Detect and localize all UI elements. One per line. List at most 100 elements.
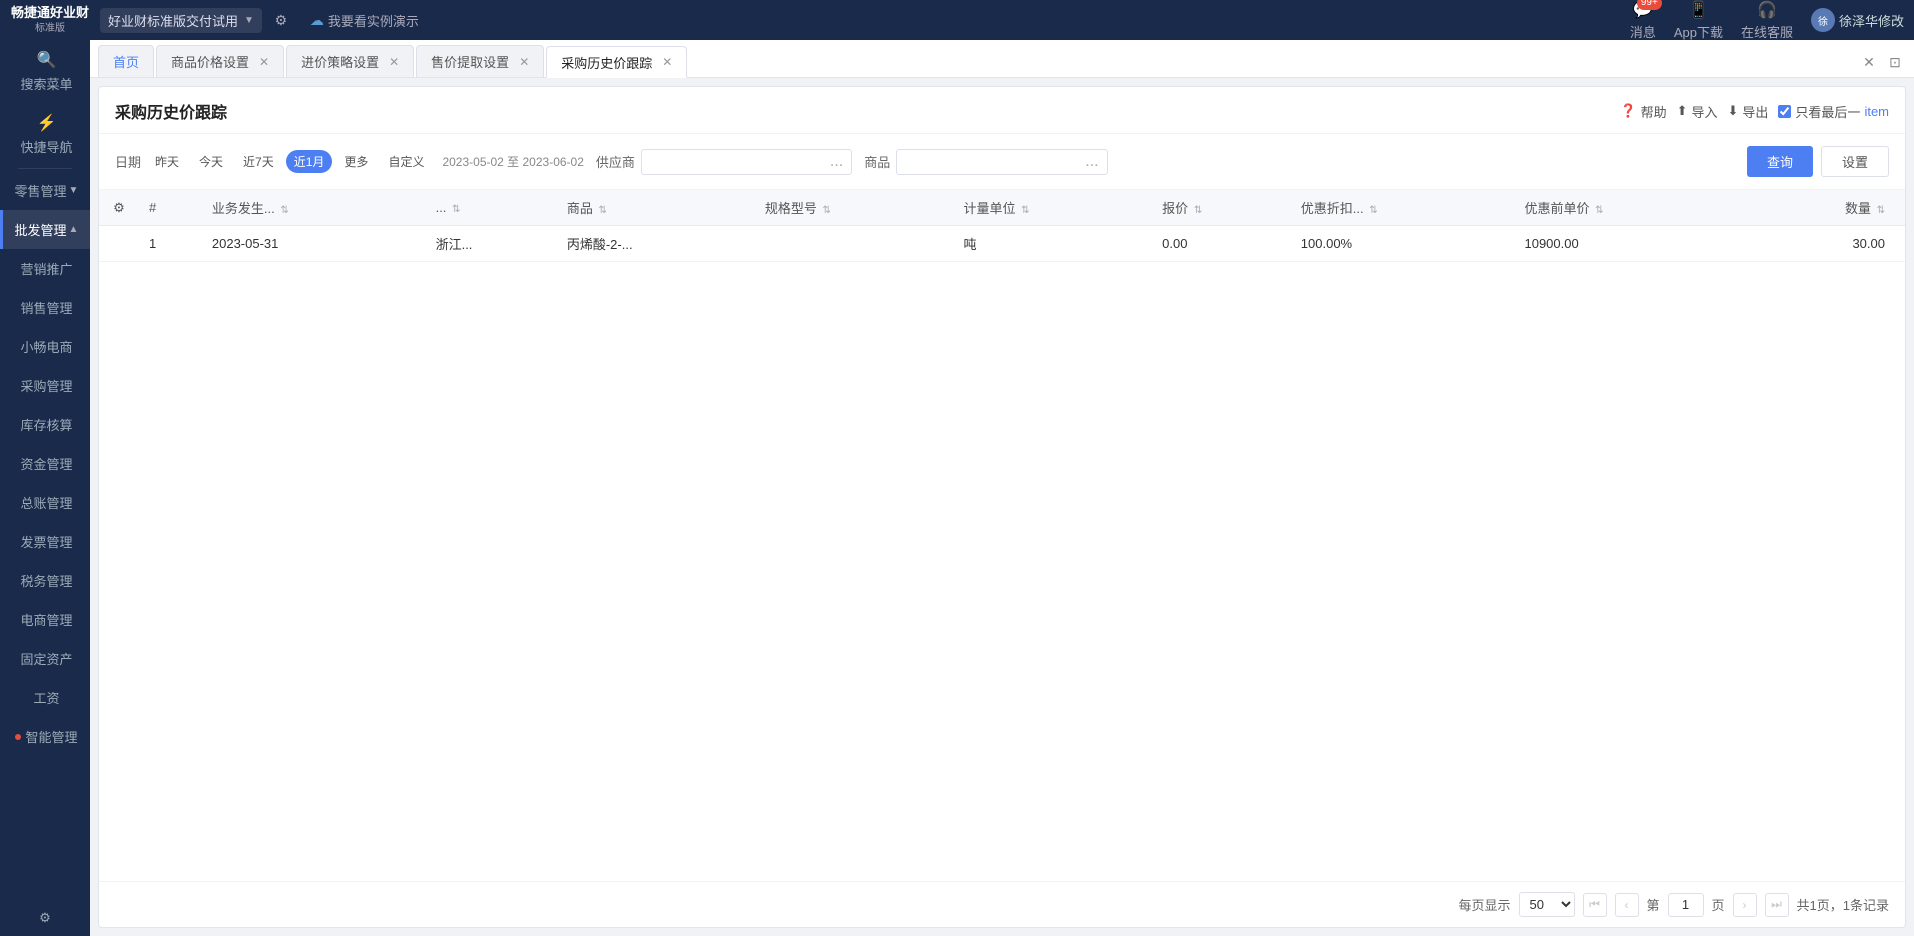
close-window-button[interactable]: ✕	[1858, 51, 1880, 73]
headset-icon: 🎧	[1757, 0, 1777, 20]
sort-icon-quantity: ⇅	[1877, 205, 1885, 216]
table-settings-icon[interactable]: ⚙	[113, 200, 125, 215]
sidebar-item-inventory[interactable]: 库存核算	[0, 405, 90, 444]
tab-home[interactable]: 首页	[98, 45, 154, 77]
tab-purchase-history[interactable]: 采购历史价跟踪 ✕	[546, 46, 687, 78]
sidebar-label-search: 搜索菜单	[20, 74, 72, 93]
app-download-button[interactable]: 📱 App下载	[1674, 0, 1723, 41]
date-btn-last7[interactable]: 近7天	[235, 150, 282, 173]
col-date-label: 业务发生...	[212, 201, 275, 216]
window-controls: ✕ ⊡	[1858, 51, 1906, 77]
tab-purchase-history-close[interactable]: ✕	[662, 55, 672, 69]
main-layout: 🔍 搜索菜单 ⚡ 快捷导航 零售管理 ▼ 批发管理 ▲ 营销推广 销售管理 小畅…	[0, 40, 1914, 936]
date-btn-today[interactable]: 今天	[191, 150, 231, 173]
date-btn-more[interactable]: 更多	[336, 150, 376, 173]
col-discount[interactable]: 优惠折扣... ⇅	[1291, 190, 1515, 226]
sidebar-item-sales[interactable]: 销售管理	[0, 288, 90, 327]
product-filter: 商品 ...	[864, 149, 1107, 175]
sidebar-item-assets[interactable]: 固定资产	[0, 639, 90, 678]
sidebar-item-ecommerce-small[interactable]: 小畅电商	[0, 327, 90, 366]
export-button[interactable]: ⬇ 导出	[1728, 102, 1769, 121]
help-button[interactable]: ❓ 帮助	[1620, 102, 1666, 121]
sidebar-item-invoice[interactable]: 发票管理	[0, 522, 90, 561]
sidebar-item-smart[interactable]: 智能管理	[0, 717, 90, 756]
tab-home-label: 首页	[113, 52, 139, 71]
col-settings[interactable]: ⚙	[99, 190, 139, 226]
col-price[interactable]: 报价 ⇅	[1152, 190, 1291, 226]
sidebar-item-wholesale[interactable]: 批发管理 ▲	[0, 210, 90, 249]
col-discount-label: 优惠折扣...	[1301, 201, 1364, 216]
demo-button[interactable]: ☁ 我要看实例演示	[310, 11, 419, 30]
sidebar-item-ledger[interactable]: 总账管理	[0, 483, 90, 522]
sidebar-label-ledger: 总账管理	[20, 493, 72, 512]
topbar-right: 💬 99+ 消息 📱 App下载 🎧 在线客服 徐 徐泽华修改	[1630, 0, 1904, 41]
per-page-label: 每页显示	[1458, 895, 1510, 914]
user-menu[interactable]: 徐 徐泽华修改	[1811, 8, 1904, 32]
col-unit[interactable]: 计量单位 ⇅	[954, 190, 1153, 226]
sidebar-label-finance: 资金管理	[20, 454, 72, 473]
import-icon: ⬆	[1677, 103, 1688, 119]
sidebar-item-tax[interactable]: 税务管理	[0, 561, 90, 600]
sidebar-item-retail[interactable]: 零售管理 ▼	[0, 171, 90, 210]
col-more[interactable]: ... ⇅	[426, 190, 557, 226]
sidebar-item-salary[interactable]: 工资	[0, 678, 90, 717]
tab-price-settings-close[interactable]: ✕	[259, 55, 269, 69]
tab-price-settings[interactable]: 商品价格设置 ✕	[156, 45, 284, 77]
prev-page-button[interactable]: ‹	[1615, 893, 1639, 917]
tab-sale-price[interactable]: 售价提取设置 ✕	[416, 45, 544, 77]
col-seq: #	[139, 190, 202, 226]
maximize-window-button[interactable]: ⊡	[1884, 51, 1906, 73]
table-row[interactable]: 1 2023-05-31 浙江... 丙烯酸-2-... 吨 0.00 100.…	[99, 226, 1905, 262]
date-btn-yesterday[interactable]: 昨天	[147, 150, 187, 173]
col-product[interactable]: 商品 ⇅	[557, 190, 755, 226]
last-page-button[interactable]: ⏭	[1765, 893, 1789, 917]
first-page-button[interactable]: ⏮	[1583, 893, 1607, 917]
page-input[interactable]	[1668, 893, 1704, 917]
page-header: 采购历史价跟踪 ❓ 帮助 ⬆ 导入 ⬇ 导出	[99, 87, 1905, 134]
supplier-dots-button[interactable]: ...	[830, 153, 843, 171]
message-badge: 99+	[1637, 0, 1662, 10]
tab-purchase-strategy-close[interactable]: ✕	[389, 55, 399, 69]
sidebar-divider-1	[18, 168, 72, 169]
col-spec[interactable]: 规格型号 ⇅	[755, 190, 954, 226]
product-dots-button[interactable]: ...	[1085, 153, 1098, 171]
date-btn-last1month[interactable]: 近1月	[286, 150, 333, 173]
sidebar-item-purchase[interactable]: 采购管理	[0, 366, 90, 405]
pagination: 每页显示 50 100 200 ⏮ ‹ 第 页 › ⏭ 共1页，1条记录	[99, 881, 1905, 927]
search-icon: 🔍	[37, 50, 57, 70]
version-text: 好业财标准版交付试用	[108, 11, 238, 30]
date-btn-custom[interactable]: 自定义	[380, 150, 432, 173]
query-button[interactable]: 查询	[1747, 146, 1813, 177]
sidebar-item-marketing[interactable]: 营销推广	[0, 249, 90, 288]
only-last-checkbox[interactable]: 只看最后一 item	[1778, 102, 1889, 121]
only-last-input[interactable]	[1778, 105, 1791, 118]
message-button[interactable]: 💬 99+ 消息	[1630, 0, 1656, 41]
supplier-input[interactable]	[650, 154, 826, 169]
sidebar-item-finance[interactable]: 资金管理	[0, 444, 90, 483]
message-label: 消息	[1630, 22, 1656, 41]
import-button[interactable]: ⬆ 导入	[1677, 102, 1718, 121]
col-pre-discount[interactable]: 优惠前单价 ⇅	[1514, 190, 1743, 226]
filter-setting-button[interactable]: 设置	[1821, 146, 1889, 177]
tab-sale-price-close[interactable]: ✕	[519, 55, 529, 69]
col-date[interactable]: 业务发生... ⇅	[202, 190, 426, 226]
product-input[interactable]	[905, 154, 1081, 169]
sidebar-label-marketing: 营销推广	[20, 259, 72, 278]
sidebar-item-quicknav[interactable]: ⚡ 快捷导航	[0, 103, 90, 166]
demo-text: 我要看实例演示	[328, 11, 419, 30]
sidebar-item-ecommerce[interactable]: 电商管理	[0, 600, 90, 639]
cloud-icon: ☁	[310, 12, 324, 29]
table-body: 1 2023-05-31 浙江... 丙烯酸-2-... 吨 0.00 100.…	[99, 226, 1905, 262]
col-quantity[interactable]: 数量 ⇅	[1743, 190, 1905, 226]
sidebar-item-search[interactable]: 🔍 搜索菜单	[0, 40, 90, 103]
sidebar-settings-button[interactable]: ⚙	[0, 900, 90, 936]
page-content: 采购历史价跟踪 ❓ 帮助 ⬆ 导入 ⬇ 导出	[98, 86, 1906, 928]
settings-button[interactable]: ⚙	[268, 7, 294, 33]
online-service-button[interactable]: 🎧 在线客服	[1741, 0, 1793, 41]
next-page-button[interactable]: ›	[1733, 893, 1757, 917]
per-page-select[interactable]: 50 100 200	[1519, 892, 1575, 917]
supplier-input-wrap: ...	[641, 149, 852, 175]
version-selector[interactable]: 好业财标准版交付试用 ▼	[100, 8, 262, 33]
export-label: 导出	[1742, 102, 1768, 121]
tab-purchase-strategy[interactable]: 进价策略设置 ✕	[286, 45, 414, 77]
